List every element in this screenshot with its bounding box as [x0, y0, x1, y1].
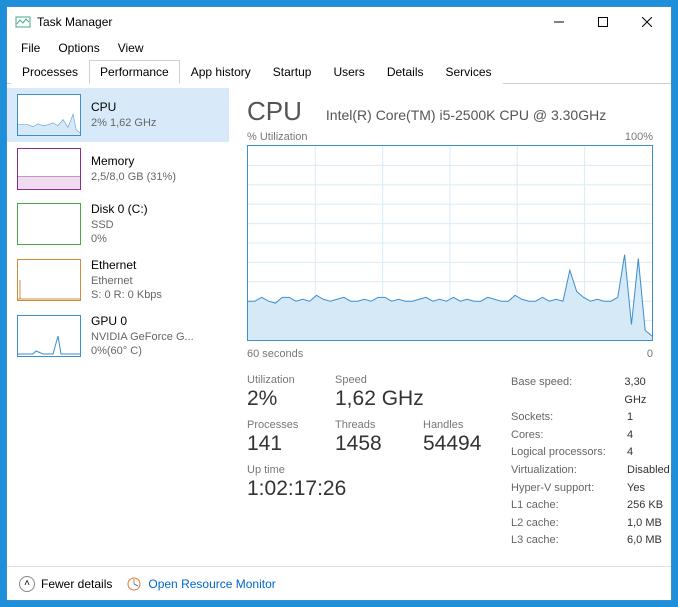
sidebar-item-cpu[interactable]: CPU2% 1,62 GHz	[7, 88, 229, 142]
base-speed-label: Base speed:	[511, 374, 624, 409]
chevron-up-icon: ˄	[19, 576, 35, 592]
chart-label-0: 0	[647, 348, 653, 360]
ethernet-sub1: Ethernet	[91, 274, 162, 288]
ethernet-title: Ethernet	[91, 258, 162, 274]
footer: ˄ Fewer details Open Resource Monitor	[7, 566, 671, 600]
disk-thumb	[17, 203, 81, 245]
utilization-value: 2%	[247, 387, 307, 411]
gpu-title: GPU 0	[91, 314, 194, 330]
base-speed-value: 3,30 GHz	[624, 374, 669, 409]
lprocs-value: 4	[627, 444, 633, 462]
speed-value: 1,62 GHz	[335, 387, 424, 411]
page-title: CPU	[247, 96, 302, 127]
lprocs-label: Logical processors:	[511, 444, 627, 462]
menu-options[interactable]: Options	[50, 39, 107, 57]
resource-monitor-label: Open Resource Monitor	[148, 577, 275, 591]
fewer-details-button[interactable]: ˄ Fewer details	[19, 576, 112, 592]
l2-value: 1,0 MB	[627, 515, 662, 533]
app-icon	[15, 14, 31, 30]
cpu-sub: 2% 1,62 GHz	[91, 116, 156, 130]
memory-title: Memory	[91, 154, 176, 170]
cores-label: Cores:	[511, 427, 627, 445]
ethernet-thumb	[17, 259, 81, 301]
disk-sub2: 0%	[91, 232, 148, 246]
sockets-value: 1	[627, 409, 633, 427]
handles-value: 54494	[423, 432, 483, 456]
hyperv-value: Yes	[627, 480, 645, 498]
tabbar: Processes Performance App history Startu…	[7, 59, 671, 84]
tab-performance[interactable]: Performance	[89, 60, 180, 84]
fewer-details-label: Fewer details	[41, 577, 112, 591]
speed-label: Speed	[335, 374, 424, 386]
tab-startup[interactable]: Startup	[262, 60, 323, 84]
disk-title: Disk 0 (C:)	[91, 202, 148, 218]
l3-value: 6,0 MB	[627, 532, 662, 550]
window-controls	[537, 8, 669, 36]
chart-label-60s: 60 seconds	[247, 348, 303, 360]
utilization-label: Utilization	[247, 374, 307, 386]
window-title: Task Manager	[37, 15, 537, 29]
processes-value: 141	[247, 432, 307, 456]
uptime-value: 1:02:17:26	[247, 477, 346, 501]
memory-sub: 2,5/8,0 GB (31%)	[91, 170, 176, 184]
cores-value: 4	[627, 427, 633, 445]
chart-label-util: % Utilization	[247, 131, 308, 143]
tab-details[interactable]: Details	[376, 60, 435, 84]
threads-label: Threads	[335, 419, 395, 431]
gpu-sub2: 0%(60° C)	[91, 344, 194, 358]
handles-label: Handles	[423, 419, 483, 431]
cpu-chart[interactable]	[247, 145, 653, 341]
tab-users[interactable]: Users	[322, 60, 375, 84]
disk-sub1: SSD	[91, 218, 148, 232]
processes-label: Processes	[247, 419, 307, 431]
sidebar-item-disk[interactable]: Disk 0 (C:)SSD0%	[7, 196, 229, 252]
tab-services[interactable]: Services	[435, 60, 503, 84]
l1-label: L1 cache:	[511, 497, 627, 515]
menu-file[interactable]: File	[13, 39, 48, 57]
chart-label-100: 100%	[625, 131, 653, 143]
hyperv-label: Hyper-V support:	[511, 480, 627, 498]
cpu-thumb	[17, 94, 81, 136]
threads-value: 1458	[335, 432, 395, 456]
gpu-thumb	[17, 315, 81, 357]
cpu-model: Intel(R) Core(TM) i5-2500K CPU @ 3.30GHz	[326, 107, 606, 123]
l1-value: 256 KB	[627, 497, 663, 515]
ethernet-sub2: S: 0 R: 0 Kbps	[91, 288, 162, 302]
sidebar-item-memory[interactable]: Memory2,5/8,0 GB (31%)	[7, 142, 229, 196]
l2-label: L2 cache:	[511, 515, 627, 533]
uptime-label: Up time	[247, 464, 346, 476]
titlebar[interactable]: Task Manager	[7, 7, 671, 37]
cpu-title: CPU	[91, 100, 156, 116]
sockets-label: Sockets:	[511, 409, 627, 427]
content: CPU2% 1,62 GHz Memory2,5/8,0 GB (31%) Di…	[7, 84, 671, 566]
resource-monitor-button[interactable]: Open Resource Monitor	[126, 576, 275, 592]
memory-thumb	[17, 148, 81, 190]
resource-monitor-icon	[126, 576, 142, 592]
gpu-sub1: NVIDIA GeForce G...	[91, 330, 194, 344]
maximize-button[interactable]	[581, 8, 625, 36]
tab-processes[interactable]: Processes	[11, 60, 89, 84]
sidebar-item-gpu[interactable]: GPU 0NVIDIA GeForce G...0%(60° C)	[7, 308, 229, 364]
close-button[interactable]	[625, 8, 669, 36]
virt-label: Virtualization:	[511, 462, 627, 480]
tab-app-history[interactable]: App history	[180, 60, 262, 84]
task-manager-window: Task Manager File Options View Processes…	[6, 6, 672, 601]
l3-label: L3 cache:	[511, 532, 627, 550]
sidebar-item-ethernet[interactable]: EthernetEthernetS: 0 R: 0 Kbps	[7, 252, 229, 308]
minimize-button[interactable]	[537, 8, 581, 36]
sidebar: CPU2% 1,62 GHz Memory2,5/8,0 GB (31%) Di…	[7, 84, 229, 566]
virt-value: Disabled	[627, 462, 670, 480]
menubar: File Options View	[7, 37, 671, 59]
main-panel: CPU Intel(R) Core(TM) i5-2500K CPU @ 3.3…	[229, 84, 671, 566]
menu-view[interactable]: View	[110, 39, 152, 57]
